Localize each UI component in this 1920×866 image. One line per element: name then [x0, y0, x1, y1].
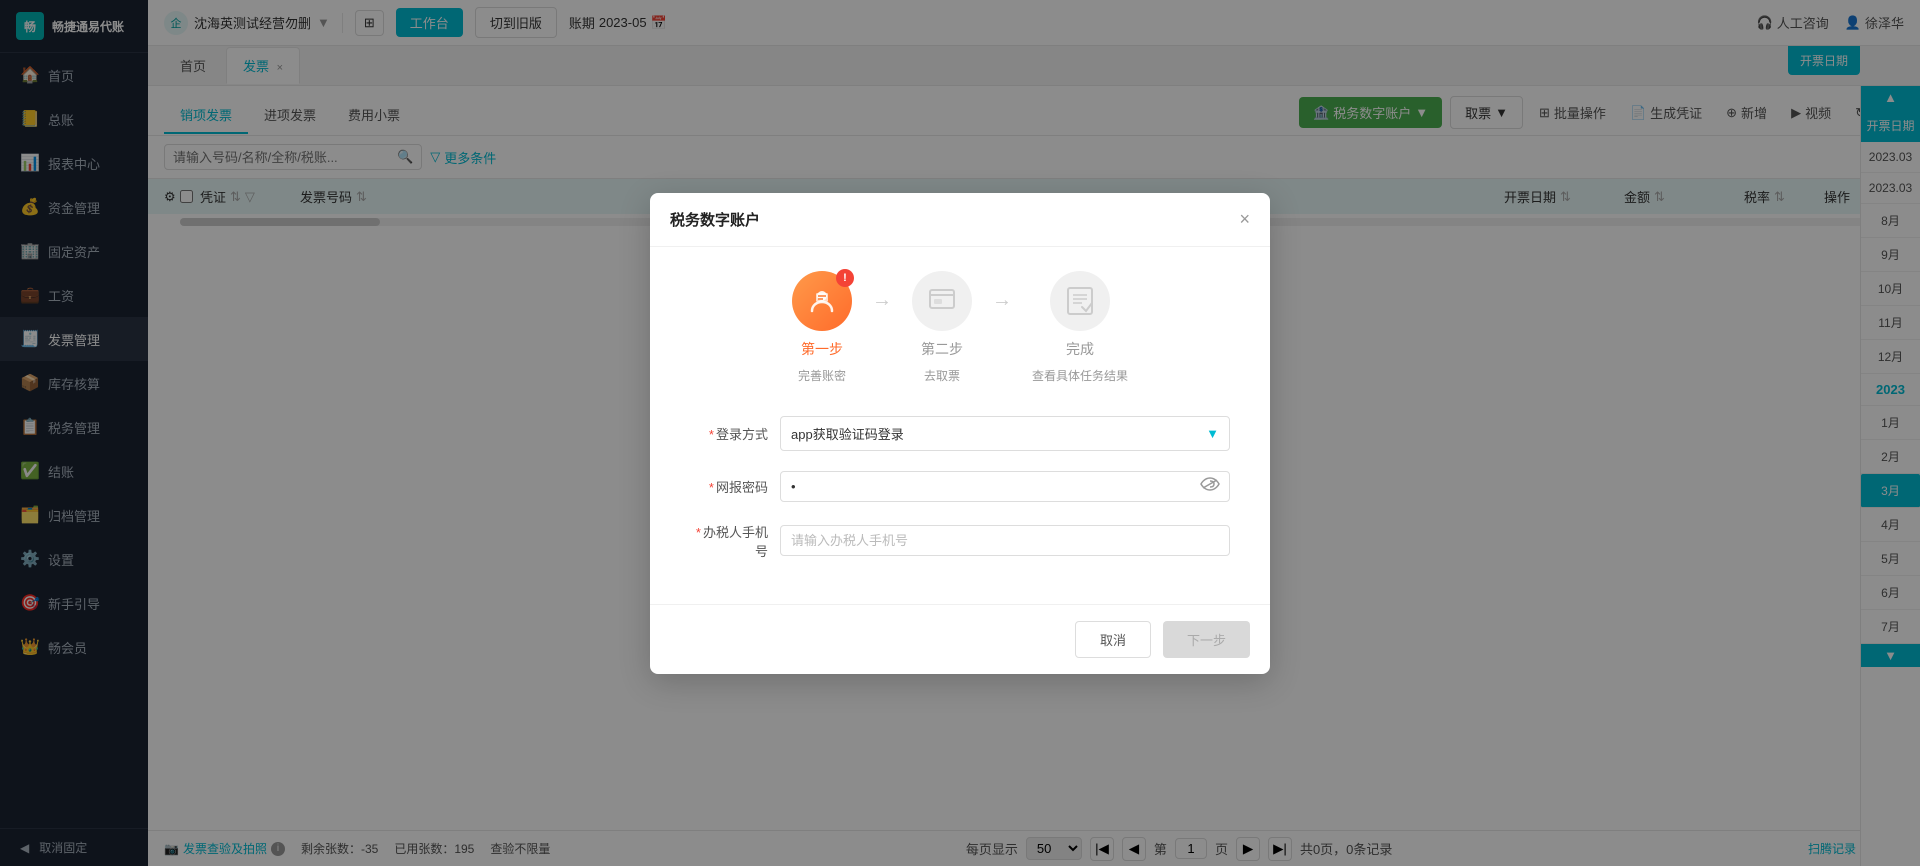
step-2-desc: 去取票 — [924, 367, 960, 384]
step-3-label: 完成 — [1066, 339, 1094, 359]
phone-label: 办税人手机号 — [690, 522, 780, 560]
modal-footer: 取消 下一步 — [650, 604, 1270, 674]
step-2: 第二步 去取票 — [912, 271, 972, 384]
eye-icon[interactable] — [1200, 477, 1220, 496]
phone-control — [780, 525, 1230, 556]
modal-overlay: 税务数字账户 × — [0, 0, 1920, 866]
dropdown-chevron-icon: ▼ — [1206, 426, 1219, 441]
form-password: 网报密码 — [690, 471, 1230, 502]
step-1: ! 第一步 完善账密 — [792, 271, 852, 384]
modal-body: ! 第一步 完善账密 → 第二步 — [650, 247, 1270, 604]
step-badge-icon: ! — [836, 269, 854, 287]
step-3-icon — [1050, 271, 1110, 331]
password-control — [780, 471, 1230, 502]
form-phone: 办税人手机号 — [690, 522, 1230, 560]
modal-close-button[interactable]: × — [1239, 209, 1250, 230]
step-1-desc: 完善账密 — [798, 367, 846, 384]
login-method-control: app获取验证码登录 ▼ — [780, 416, 1230, 451]
password-field — [780, 471, 1230, 502]
modal-header: 税务数字账户 × — [650, 193, 1270, 247]
login-method-value: app获取验证码登录 — [791, 424, 904, 443]
password-input[interactable] — [780, 471, 1230, 502]
step-arrow-1: → — [852, 271, 912, 312]
steps-container: ! 第一步 完善账密 → 第二步 — [690, 271, 1230, 384]
step-3-desc: 查看具体任务结果 — [1032, 367, 1128, 384]
form-login-method: 登录方式 app获取验证码登录 ▼ — [690, 416, 1230, 451]
cancel-button[interactable]: 取消 — [1075, 621, 1151, 658]
step-2-icon — [912, 271, 972, 331]
login-method-select[interactable]: app获取验证码登录 ▼ — [780, 416, 1230, 451]
login-method-label: 登录方式 — [690, 424, 780, 443]
step-1-label: 第一步 — [801, 339, 843, 359]
password-label: 网报密码 — [690, 477, 780, 496]
phone-input[interactable] — [780, 525, 1230, 556]
step-3: 完成 查看具体任务结果 — [1032, 271, 1128, 384]
modal-tax-account: 税务数字账户 × — [650, 193, 1270, 674]
modal-title: 税务数字账户 — [670, 209, 760, 230]
step-2-label: 第二步 — [921, 339, 963, 359]
step-1-icon: ! — [792, 271, 852, 331]
next-button[interactable]: 下一步 — [1163, 621, 1250, 658]
step-arrow-2: → — [972, 271, 1032, 312]
